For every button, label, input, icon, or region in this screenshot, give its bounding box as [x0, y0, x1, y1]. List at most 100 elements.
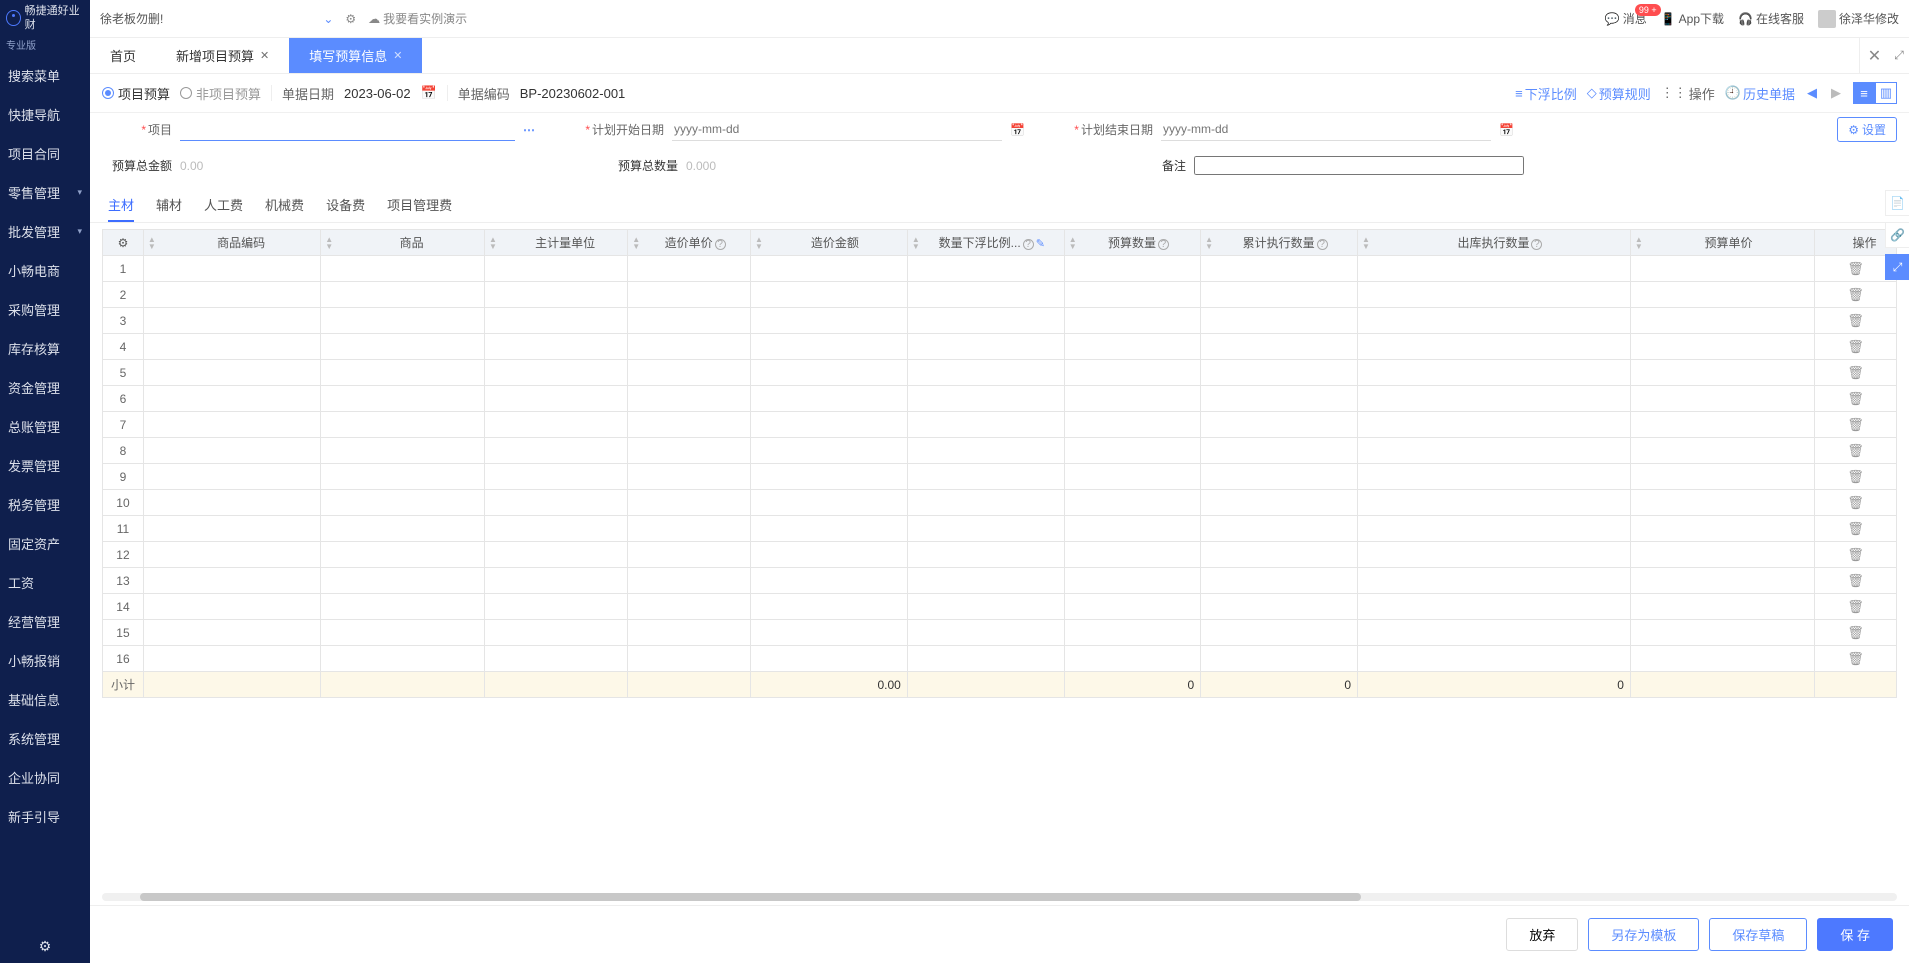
subtab-5[interactable]: 项目管理费: [387, 189, 452, 222]
table-cell[interactable]: [1358, 464, 1631, 490]
table-cell[interactable]: [143, 412, 320, 438]
plan-end-input[interactable]: [1161, 118, 1491, 141]
table-cell[interactable]: [750, 568, 907, 594]
table-cell[interactable]: [1358, 438, 1631, 464]
discard-button[interactable]: 放弃: [1506, 918, 1578, 951]
table-settings-icon[interactable]: ⚙: [118, 236, 129, 250]
table-row[interactable]: 11🗑: [103, 516, 1897, 542]
table-cell[interactable]: [1630, 464, 1814, 490]
settings-button[interactable]: ⚙ 设置: [1837, 117, 1897, 142]
table-cell[interactable]: [143, 334, 320, 360]
user-menu[interactable]: 徐泽华修改: [1818, 10, 1899, 28]
table-row[interactable]: 6🗑: [103, 386, 1897, 412]
table-cell[interactable]: [1064, 412, 1200, 438]
table-row[interactable]: 2🗑: [103, 282, 1897, 308]
calendar-icon[interactable]: 📅: [1010, 123, 1025, 137]
trash-icon[interactable]: 🗑: [1847, 339, 1864, 354]
column-header-9[interactable]: ▲▼预算单价: [1630, 230, 1814, 256]
table-cell[interactable]: [628, 594, 751, 620]
sidebar-item-13[interactable]: 工资: [0, 563, 90, 602]
sidebar-item-15[interactable]: 小畅报销: [0, 641, 90, 680]
table-cell[interactable]: [1358, 386, 1631, 412]
table-cell[interactable]: [1358, 594, 1631, 620]
radio-nonproject-budget[interactable]: 非项目预算: [180, 84, 261, 103]
demo-link[interactable]: ☁ 我要看实例演示: [368, 10, 467, 27]
table-cell[interactable]: [321, 412, 485, 438]
table-cell[interactable]: [1358, 516, 1631, 542]
table-cell[interactable]: [484, 646, 627, 672]
trash-icon[interactable]: 🗑: [1847, 573, 1864, 588]
table-cell[interactable]: [1064, 438, 1200, 464]
table-cell[interactable]: [750, 620, 907, 646]
column-header-7[interactable]: ▲▼累计执行数量?: [1201, 230, 1358, 256]
subtab-2[interactable]: 人工费: [204, 189, 243, 222]
sidebar-item-10[interactable]: 发票管理: [0, 446, 90, 485]
table-cell[interactable]: [321, 308, 485, 334]
remark-input[interactable]: [1194, 156, 1524, 175]
table-cell[interactable]: [628, 334, 751, 360]
rail-expand-button[interactable]: ⤢: [1885, 254, 1909, 280]
column-header-6[interactable]: ▲▼预算数量?: [1064, 230, 1200, 256]
trash-icon[interactable]: 🗑: [1847, 547, 1864, 562]
help-icon[interactable]: ?: [715, 239, 726, 250]
sidebar-item-0[interactable]: 搜索菜单: [0, 56, 90, 95]
table-cell[interactable]: [907, 490, 1064, 516]
table-cell[interactable]: [321, 256, 485, 282]
table-cell[interactable]: [321, 516, 485, 542]
table-cell[interactable]: [1358, 282, 1631, 308]
table-cell[interactable]: [907, 542, 1064, 568]
sort-icon[interactable]: ▲▼: [1635, 236, 1643, 250]
table-cell[interactable]: [321, 334, 485, 360]
table-cell[interactable]: [321, 386, 485, 412]
table-cell[interactable]: [1064, 620, 1200, 646]
table-cell[interactable]: [1064, 542, 1200, 568]
online-service-button[interactable]: 🎧 在线客服: [1738, 10, 1804, 27]
trash-icon[interactable]: 🗑: [1847, 313, 1864, 328]
rail-note-button[interactable]: 📄: [1885, 190, 1909, 216]
table-cell[interactable]: [1064, 360, 1200, 386]
sidebar-item-18[interactable]: 企业协同: [0, 758, 90, 797]
column-header-8[interactable]: ▲▼出库执行数量?: [1358, 230, 1631, 256]
table-row[interactable]: 16🗑: [103, 646, 1897, 672]
table-cell[interactable]: [1630, 412, 1814, 438]
prev-doc-button[interactable]: ◀: [1805, 85, 1819, 101]
save-button[interactable]: 保 存: [1817, 918, 1893, 951]
trash-icon[interactable]: 🗑: [1847, 365, 1864, 380]
table-cell[interactable]: [907, 412, 1064, 438]
table-cell[interactable]: [1630, 542, 1814, 568]
radio-project-budget[interactable]: 项目预算: [102, 84, 170, 103]
table-cell[interactable]: [484, 464, 627, 490]
table-cell[interactable]: [750, 386, 907, 412]
table-cell[interactable]: [1064, 386, 1200, 412]
trash-icon[interactable]: 🗑: [1847, 625, 1864, 640]
table-cell[interactable]: [750, 282, 907, 308]
subtab-1[interactable]: 辅材: [156, 189, 182, 222]
table-cell[interactable]: [143, 438, 320, 464]
table-cell[interactable]: [143, 386, 320, 412]
table-cell[interactable]: [321, 360, 485, 386]
close-icon[interactable]: ✕: [393, 49, 402, 62]
table-cell[interactable]: [484, 438, 627, 464]
table-cell[interactable]: [143, 282, 320, 308]
table-cell[interactable]: [484, 516, 627, 542]
table-cell[interactable]: [628, 256, 751, 282]
table-cell[interactable]: [1630, 334, 1814, 360]
table-cell[interactable]: [628, 282, 751, 308]
sidebar-item-14[interactable]: 经营管理: [0, 602, 90, 641]
trash-icon[interactable]: 🗑: [1847, 391, 1864, 406]
table-cell[interactable]: [1201, 438, 1358, 464]
sort-icon[interactable]: ▲▼: [489, 236, 497, 250]
table-cell[interactable]: [907, 386, 1064, 412]
sidebar-item-7[interactable]: 库存核算: [0, 329, 90, 368]
table-cell[interactable]: [1630, 386, 1814, 412]
sort-icon[interactable]: ▲▼: [1205, 236, 1213, 250]
table-cell[interactable]: [750, 334, 907, 360]
tab-1[interactable]: 新增项目预算✕: [156, 38, 289, 73]
table-cell[interactable]: [484, 256, 627, 282]
table-cell[interactable]: [1064, 464, 1200, 490]
float-ratio-link[interactable]: ≡ 下浮比例: [1515, 84, 1577, 103]
table-cell[interactable]: [1630, 568, 1814, 594]
table-cell[interactable]: [321, 646, 485, 672]
column-header-1[interactable]: ▲▼商品: [321, 230, 485, 256]
column-header-4[interactable]: ▲▼造价金额: [750, 230, 907, 256]
